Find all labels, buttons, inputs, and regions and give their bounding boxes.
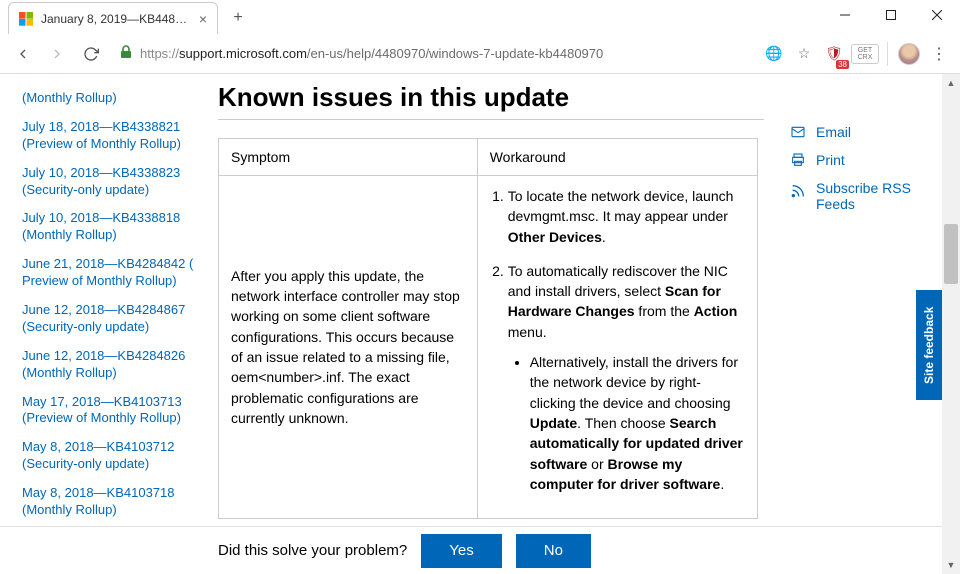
profile-avatar[interactable] xyxy=(896,41,922,67)
main-article: Known issues in this update Symptom Work… xyxy=(218,74,772,574)
chrome-menu-button[interactable]: ⋮ xyxy=(926,41,952,67)
forward-button[interactable] xyxy=(42,39,72,69)
page-heading: Known issues in this update xyxy=(218,82,764,113)
scroll-down-arrow[interactable]: ▼ xyxy=(942,556,960,574)
sidebar-item[interactable]: July 18, 2018—KB4338821 (Preview of Mont… xyxy=(22,119,204,153)
maximize-button[interactable] xyxy=(868,0,914,30)
extension-translate-icon[interactable]: 🌐 xyxy=(761,41,787,67)
close-tab-icon[interactable]: × xyxy=(199,11,207,27)
address-bar: https://support.microsoft.com/en-us/help… xyxy=(0,34,960,74)
print-icon xyxy=(790,152,806,168)
feedback-bar: Did this solve your problem? Yes No xyxy=(0,526,942,574)
reload-button[interactable] xyxy=(76,39,106,69)
vertical-scrollbar[interactable]: ▲ ▼ xyxy=(942,74,960,574)
th-workaround: Workaround xyxy=(477,139,757,176)
new-tab-button[interactable]: + xyxy=(224,4,252,32)
workaround-step-1: To locate the network device, launch dev… xyxy=(508,186,745,247)
known-issues-table: Symptom Workaround After you apply this … xyxy=(218,138,758,519)
sidebar-item[interactable]: June 21, 2018—KB4284842 ( Preview of Mon… xyxy=(22,256,204,290)
page-content: (Monthly Rollup) July 18, 2018—KB4338821… xyxy=(0,74,942,574)
window-controls xyxy=(822,0,960,30)
sidebar-item[interactable]: May 8, 2018—KB4103712 (Security-only upd… xyxy=(22,439,204,473)
minimize-button[interactable] xyxy=(822,0,868,30)
sidebar-item[interactable]: June 12, 2018—KB4284867 (Security-only u… xyxy=(22,302,204,336)
sidebar-nav: (Monthly Rollup) July 18, 2018—KB4338821… xyxy=(0,74,218,574)
feedback-yes-button[interactable]: Yes xyxy=(421,534,501,568)
th-symptom: Symptom xyxy=(219,139,478,176)
url-host: support.microsoft.com xyxy=(179,46,307,61)
rss-icon xyxy=(790,183,806,199)
symptom-cell: After you apply this update, the network… xyxy=(219,176,478,519)
close-window-button[interactable] xyxy=(914,0,960,30)
rss-action[interactable]: Subscribe RSS Feeds xyxy=(790,180,934,212)
sidebar-item[interactable]: July 10, 2018—KB4338823 (Security-only u… xyxy=(22,165,204,199)
mail-icon xyxy=(790,124,806,140)
heading-rule xyxy=(218,119,764,120)
workaround-cell: To locate the network device, launch dev… xyxy=(477,176,757,519)
browser-tab[interactable]: January 8, 2019—KB4480970 (Mo × xyxy=(8,2,218,34)
sidebar-item[interactable]: June 12, 2018—KB4284826 (Monthly Rollup) xyxy=(22,348,204,382)
feedback-no-button[interactable]: No xyxy=(516,534,591,568)
url-path: /en-us/help/4480970/windows-7-update-kb4… xyxy=(307,46,603,61)
window-titlebar: January 8, 2019—KB4480970 (Mo × + xyxy=(0,0,960,34)
tab-title: January 8, 2019—KB4480970 (Mo xyxy=(41,12,193,26)
microsoft-favicon xyxy=(19,12,33,26)
print-action[interactable]: Print xyxy=(790,152,934,168)
feedback-question: Did this solve your problem? xyxy=(218,542,407,559)
email-action[interactable]: Email xyxy=(790,124,934,140)
extension-ublock-icon[interactable]: 🛡 xyxy=(821,41,847,67)
scroll-thumb[interactable] xyxy=(944,224,958,284)
sidebar-item[interactable]: May 17, 2018—KB4103713 (Preview of Month… xyxy=(22,394,204,428)
back-button[interactable] xyxy=(8,39,38,69)
site-feedback-tab[interactable]: Site feedback xyxy=(916,290,942,400)
workaround-step-2: To automatically rediscover the NIC and … xyxy=(508,261,745,494)
url-protocol: https:// xyxy=(140,46,179,61)
url-field[interactable]: https://support.microsoft.com/en-us/help… xyxy=(110,40,757,68)
lock-icon xyxy=(120,45,132,62)
extension-getcrx-icon[interactable]: GET CRX xyxy=(851,44,879,64)
sidebar-item[interactable]: May 8, 2018—KB4103718 (Monthly Rollup) xyxy=(22,485,204,519)
sidebar-item[interactable]: (Monthly Rollup) xyxy=(22,90,204,107)
scroll-up-arrow[interactable]: ▲ xyxy=(942,74,960,92)
sidebar-item[interactable]: July 10, 2018—KB4338818 (Monthly Rollup) xyxy=(22,210,204,244)
divider xyxy=(887,42,888,66)
bookmark-star-icon[interactable]: ☆ xyxy=(791,41,817,67)
workaround-substep: Alternatively, install the drivers for t… xyxy=(530,352,745,494)
